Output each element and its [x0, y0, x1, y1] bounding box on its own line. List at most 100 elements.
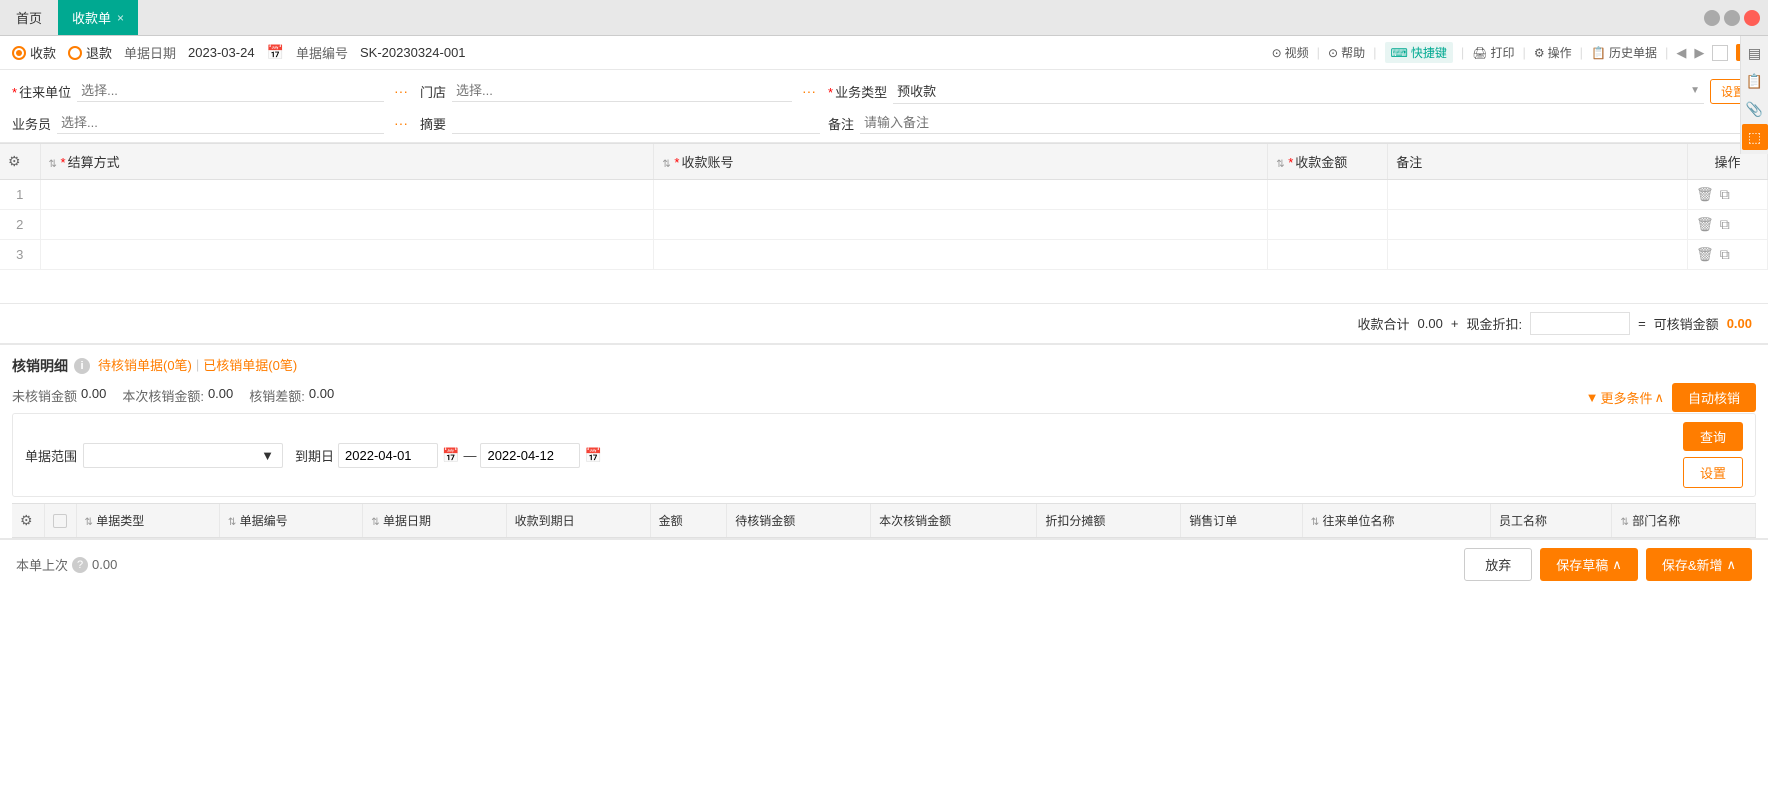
footer-actions: 放弃 保存草稿 ∧ 保存&新增 ∧	[1464, 548, 1752, 581]
radio-tuikuan[interactable]: 退款	[68, 43, 112, 62]
th-dept-name: ⇅ 部门名称	[1612, 504, 1756, 538]
table-gear-icon[interactable]: ⚙	[8, 153, 21, 169]
settings-btn[interactable]: 设置	[1683, 457, 1743, 488]
cell-actions-1: 🗑 ⧉	[1688, 180, 1768, 210]
partner-more-btn[interactable]: ···	[390, 83, 412, 99]
window-buttons	[1704, 10, 1768, 26]
salesperson-more-btn[interactable]: ···	[390, 115, 412, 131]
sidebar-table-icon[interactable]: ▤	[1742, 40, 1768, 66]
date-to-input[interactable]	[480, 443, 580, 468]
cell-amount-3[interactable]	[1268, 240, 1388, 270]
bottom-table-gear-icon[interactable]: ⚙	[20, 512, 33, 528]
cell-actions-3: 🗑 ⧉	[1688, 240, 1768, 270]
radio-shoukuan[interactable]: 收款	[12, 43, 56, 62]
video-action[interactable]: ⊙ 视频	[1272, 44, 1309, 61]
payment-table-container: ⚙ ⇅ *结算方式 ⇅ *收款账号 ⇅ *收款金额 备注 操作	[0, 143, 1768, 303]
save-new-label: 保存&新增	[1662, 555, 1723, 574]
copy-icon-2[interactable]: ⧉	[1720, 216, 1730, 233]
copy-icon-1[interactable]: ⧉	[1720, 186, 1730, 203]
minimize-button[interactable]	[1704, 10, 1720, 26]
cell-account-2[interactable]	[654, 210, 1268, 240]
cal-to-icon[interactable]: 📅	[584, 447, 601, 464]
sort-icon[interactable]: ⇅	[49, 159, 57, 170]
nav-prev-icon[interactable]: ◀	[1676, 45, 1686, 61]
footer-info-label: 本单上次	[16, 555, 68, 574]
bottom-table: ⚙ ⇅ 单据类型 ⇅ 单据编号	[12, 504, 1756, 538]
operation-action[interactable]: ⚙ 操作	[1534, 44, 1572, 61]
tab-bar: 首页 收款单 ×	[0, 0, 1768, 36]
sort-icon-2[interactable]: ⇅	[662, 159, 670, 170]
partner-input[interactable]	[77, 80, 384, 102]
shortcut-action[interactable]: ⌨ 快捷键	[1385, 42, 1453, 63]
cell-amount-1[interactable]	[1268, 180, 1388, 210]
th-amount: 金额	[650, 504, 727, 538]
range-dropdown-icon: ▼	[261, 448, 274, 463]
cell-amount-2[interactable]	[1268, 210, 1388, 240]
print-action[interactable]: 🖨 打印	[1472, 44, 1514, 61]
delete-icon-3[interactable]: 🗑	[1696, 246, 1714, 263]
video-icon: ⊙	[1272, 46, 1282, 60]
pending-tab[interactable]: 待核销单据(0笔)	[98, 355, 192, 374]
tab-close-btn[interactable]: ×	[117, 11, 124, 25]
sort-icon-3[interactable]: ⇅	[1276, 159, 1284, 170]
remark-input[interactable]	[860, 112, 1756, 134]
close-button[interactable]	[1744, 10, 1760, 26]
cell-remark-1[interactable]	[1388, 180, 1688, 210]
cell-account-3[interactable]	[654, 240, 1268, 270]
select-all-checkbox[interactable]	[53, 514, 67, 528]
nav-next-icon[interactable]: ▶	[1694, 45, 1704, 61]
info-icon[interactable]: i	[74, 358, 90, 374]
shortcut-label: 快捷键	[1411, 44, 1447, 61]
copy-icon-3[interactable]: ⧉	[1720, 246, 1730, 263]
done-tab[interactable]: 已核销单据(0笔)	[203, 355, 297, 374]
delete-icon-1[interactable]: 🗑	[1696, 186, 1714, 203]
row-num-3: 3	[0, 240, 40, 270]
layout-icon[interactable]	[1712, 45, 1728, 61]
cell-account-1[interactable]	[654, 180, 1268, 210]
cell-remark-3[interactable]	[1388, 240, 1688, 270]
sidebar-attach-icon[interactable]: 📎	[1742, 96, 1768, 122]
sidebar-panel-icon[interactable]: ⬚	[1742, 124, 1768, 150]
delete-icon-2[interactable]: 🗑	[1696, 216, 1714, 233]
calendar-icon[interactable]: 📅	[267, 44, 284, 61]
footer-info-icon[interactable]: ?	[72, 557, 88, 573]
filter-section: 单据范围 ▼ 到期日 📅 — 📅 查询 设置	[12, 413, 1756, 497]
diff-value: 0.00	[309, 386, 334, 405]
summary-input[interactable]	[452, 112, 820, 134]
unverified-label: 未核销金额	[12, 386, 77, 405]
history-action[interactable]: 📋 历史单据	[1591, 44, 1657, 61]
date-from-input[interactable]	[338, 443, 438, 468]
shop-more-btn[interactable]: ···	[798, 83, 820, 99]
cell-settlement-1[interactable]	[40, 180, 654, 210]
shortcut-icon: ⌨	[1391, 46, 1408, 60]
discount-input[interactable]	[1530, 312, 1630, 335]
save-new-btn[interactable]: 保存&新增 ∧	[1646, 548, 1752, 581]
remark-field: 备注	[828, 112, 1756, 134]
more-conditions-btn[interactable]: ▼ 更多条件 ∧	[1586, 388, 1664, 407]
cell-remark-2[interactable]	[1388, 210, 1688, 240]
tab-current-label: 收款单	[72, 8, 111, 27]
cell-settlement-2[interactable]	[40, 210, 654, 240]
help-action[interactable]: ⊙ 帮助	[1328, 44, 1365, 61]
range-select[interactable]: ▼	[83, 443, 283, 468]
print-label: 打印	[1490, 44, 1514, 61]
remark-label: 备注	[828, 114, 854, 133]
maximize-button[interactable]	[1724, 10, 1740, 26]
radio-tuikuan-dot	[68, 46, 82, 60]
shop-input[interactable]	[452, 80, 792, 102]
tab-home[interactable]: 首页	[0, 0, 58, 35]
cell-settlement-3[interactable]	[40, 240, 654, 270]
auto-writeoff-btn[interactable]: 自动核销	[1672, 383, 1756, 412]
cal-from-icon[interactable]: 📅	[442, 447, 459, 464]
filter-actions: 查询 设置	[1683, 422, 1743, 488]
business-type-select[interactable]: 预收款 ▼	[893, 78, 1704, 104]
query-btn[interactable]: 查询	[1683, 422, 1743, 451]
writeoff-section: 核销明细 i 待核销单据(0笔) | 已核销单据(0笔) 未核销金额 0.00 …	[0, 343, 1768, 538]
filter-right: ▼ 更多条件 ∧ 自动核销	[1586, 383, 1756, 412]
sidebar-note-icon[interactable]: 📋	[1742, 68, 1768, 94]
save-draft-btn[interactable]: 保存草稿 ∧	[1540, 548, 1638, 581]
tab-current[interactable]: 收款单 ×	[58, 0, 138, 35]
salesperson-input[interactable]	[57, 112, 384, 134]
th-settlement: ⇅ *结算方式	[40, 144, 654, 180]
abandon-btn[interactable]: 放弃	[1464, 548, 1532, 581]
